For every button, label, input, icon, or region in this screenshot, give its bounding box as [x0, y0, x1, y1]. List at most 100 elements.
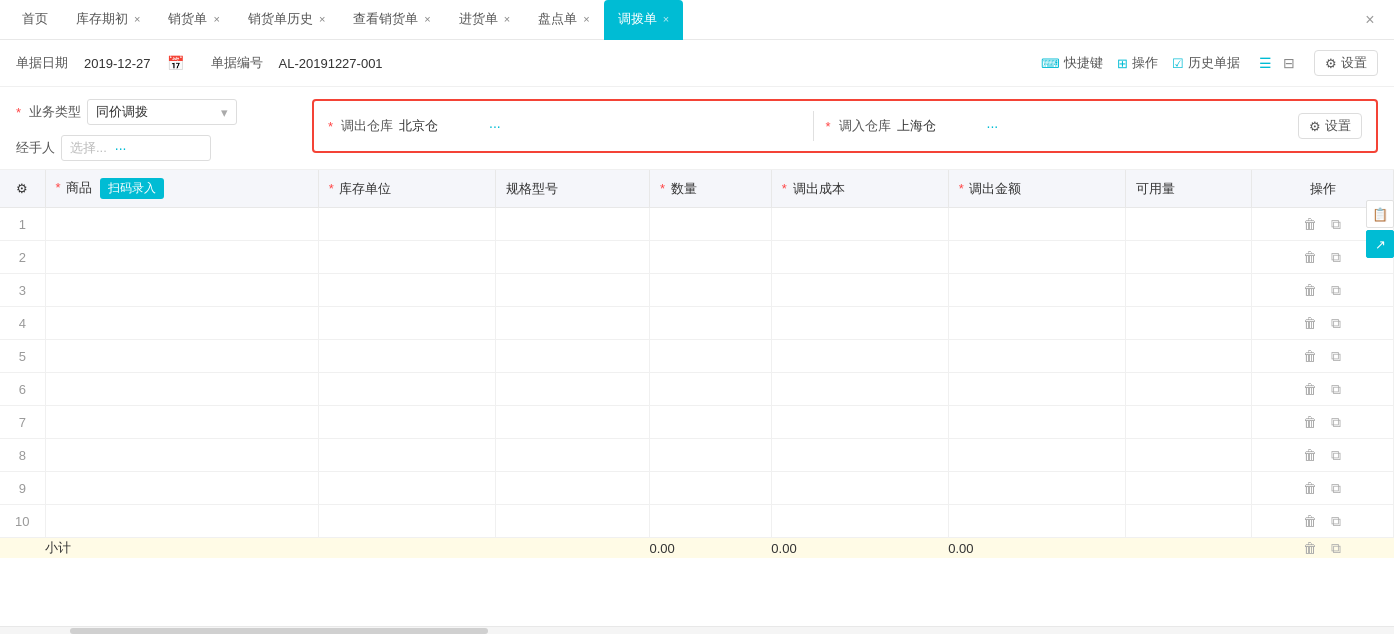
- operation-btn[interactable]: ⊞ 操作: [1117, 54, 1158, 72]
- history-btn[interactable]: ☑ 历史单据: [1172, 54, 1240, 72]
- window-close-button[interactable]: ×: [1354, 4, 1386, 36]
- scan-input-button[interactable]: 扫码录入: [100, 178, 164, 199]
- row-product-9[interactable]: [45, 472, 318, 505]
- row-unit-4[interactable]: [318, 307, 495, 340]
- row-available-8[interactable]: [1125, 439, 1252, 472]
- row-amount-4[interactable]: [948, 307, 1125, 340]
- row-delete-icon-5[interactable]: 🗑: [1300, 346, 1320, 366]
- row-cost-2[interactable]: [771, 241, 948, 274]
- row-delete-icon-7[interactable]: 🗑: [1300, 412, 1320, 432]
- row-delete-icon-1[interactable]: 🗑: [1300, 214, 1320, 234]
- row-copy-icon-6[interactable]: ⧉: [1326, 379, 1346, 399]
- row-delete-icon-3[interactable]: 🗑: [1300, 280, 1320, 300]
- date-value[interactable]: 2019-12-27: [84, 56, 151, 71]
- row-spec-7[interactable]: [495, 406, 649, 439]
- row-unit-9[interactable]: [318, 472, 495, 505]
- row-delete-icon-9[interactable]: 🗑: [1300, 478, 1320, 498]
- row-copy-icon-1[interactable]: ⧉: [1326, 214, 1346, 234]
- tab-purchase[interactable]: 进货单 ×: [445, 0, 524, 40]
- row-available-2[interactable]: [1125, 241, 1252, 274]
- row-unit-8[interactable]: [318, 439, 495, 472]
- horizontal-scrollbar[interactable]: [0, 626, 1394, 634]
- person-more-icon[interactable]: ···: [111, 140, 131, 156]
- row-copy-icon-10[interactable]: ⧉: [1326, 511, 1346, 531]
- row-delete-icon-4[interactable]: 🗑: [1300, 313, 1320, 333]
- row-available-6[interactable]: [1125, 373, 1252, 406]
- row-copy-icon-7[interactable]: ⧉: [1326, 412, 1346, 432]
- row-qty-7[interactable]: [649, 406, 771, 439]
- row-qty-3[interactable]: [649, 274, 771, 307]
- row-unit-7[interactable]: [318, 406, 495, 439]
- tab-view-sales[interactable]: 查看销货单 ×: [339, 0, 444, 40]
- person-select[interactable]: 选择... ···: [61, 135, 211, 161]
- side-expand-button[interactable]: ↗: [1366, 230, 1394, 258]
- row-unit-6[interactable]: [318, 373, 495, 406]
- row-product-10[interactable]: [45, 505, 318, 538]
- row-cost-8[interactable]: [771, 439, 948, 472]
- row-spec-1[interactable]: [495, 208, 649, 241]
- tab-home[interactable]: 首页: [8, 0, 62, 40]
- warehouse-out-value[interactable]: 北京仓: [399, 117, 479, 135]
- tab-sales-history[interactable]: 销货单历史 ×: [234, 0, 339, 40]
- row-amount-8[interactable]: [948, 439, 1125, 472]
- th-gear[interactable]: ⚙: [0, 170, 45, 208]
- row-copy-icon-8[interactable]: ⧉: [1326, 445, 1346, 465]
- row-product-5[interactable]: [45, 340, 318, 373]
- tab-sales-history-close[interactable]: ×: [319, 13, 325, 25]
- row-copy-icon-5[interactable]: ⧉: [1326, 346, 1346, 366]
- row-spec-9[interactable]: [495, 472, 649, 505]
- row-product-3[interactable]: [45, 274, 318, 307]
- tab-stocktake-close[interactable]: ×: [583, 13, 589, 25]
- row-qty-4[interactable]: [649, 307, 771, 340]
- row-spec-8[interactable]: [495, 439, 649, 472]
- row-available-3[interactable]: [1125, 274, 1252, 307]
- row-qty-8[interactable]: [649, 439, 771, 472]
- warehouse-settings-button[interactable]: ⚙ 设置: [1298, 113, 1362, 139]
- row-unit-10[interactable]: [318, 505, 495, 538]
- row-available-10[interactable]: [1125, 505, 1252, 538]
- row-spec-5[interactable]: [495, 340, 649, 373]
- row-available-1[interactable]: [1125, 208, 1252, 241]
- row-qty-1[interactable]: [649, 208, 771, 241]
- row-copy-icon-9[interactable]: ⧉: [1326, 478, 1346, 498]
- row-delete-icon-2[interactable]: 🗑: [1300, 247, 1320, 267]
- row-amount-1[interactable]: [948, 208, 1125, 241]
- layout-list-icon[interactable]: ☰: [1254, 52, 1276, 74]
- tab-sales-order[interactable]: 销货单 ×: [154, 0, 233, 40]
- settings-button[interactable]: ⚙ 设置: [1314, 50, 1378, 76]
- row-qty-10[interactable]: [649, 505, 771, 538]
- row-product-8[interactable]: [45, 439, 318, 472]
- row-spec-4[interactable]: [495, 307, 649, 340]
- row-delete-icon-6[interactable]: 🗑: [1300, 379, 1320, 399]
- row-copy-icon-4[interactable]: ⧉: [1326, 313, 1346, 333]
- tab-view-sales-close[interactable]: ×: [424, 13, 430, 25]
- row-amount-5[interactable]: [948, 340, 1125, 373]
- warehouse-in-value[interactable]: 上海仓: [897, 117, 977, 135]
- row-cost-6[interactable]: [771, 373, 948, 406]
- row-available-4[interactable]: [1125, 307, 1252, 340]
- tab-transfer[interactable]: 调拨单 ×: [604, 0, 683, 40]
- row-copy-icon-2[interactable]: ⧉: [1326, 247, 1346, 267]
- row-qty-5[interactable]: [649, 340, 771, 373]
- layout-grid-icon[interactable]: ⊟: [1278, 52, 1300, 74]
- tab-inventory-init[interactable]: 库存期初 ×: [62, 0, 154, 40]
- row-spec-3[interactable]: [495, 274, 649, 307]
- warehouse-in-more[interactable]: ···: [983, 118, 1003, 134]
- tab-transfer-close[interactable]: ×: [663, 13, 669, 25]
- row-unit-1[interactable]: [318, 208, 495, 241]
- row-available-9[interactable]: [1125, 472, 1252, 505]
- row-qty-6[interactable]: [649, 373, 771, 406]
- row-product-1[interactable]: [45, 208, 318, 241]
- row-available-5[interactable]: [1125, 340, 1252, 373]
- calendar-icon[interactable]: 📅: [167, 54, 185, 72]
- row-spec-6[interactable]: [495, 373, 649, 406]
- row-unit-2[interactable]: [318, 241, 495, 274]
- row-amount-2[interactable]: [948, 241, 1125, 274]
- subtotal-copy-icon[interactable]: ⧉: [1326, 538, 1346, 558]
- row-cost-5[interactable]: [771, 340, 948, 373]
- row-cost-7[interactable]: [771, 406, 948, 439]
- row-amount-9[interactable]: [948, 472, 1125, 505]
- row-delete-icon-8[interactable]: 🗑: [1300, 445, 1320, 465]
- row-product-4[interactable]: [45, 307, 318, 340]
- row-cost-9[interactable]: [771, 472, 948, 505]
